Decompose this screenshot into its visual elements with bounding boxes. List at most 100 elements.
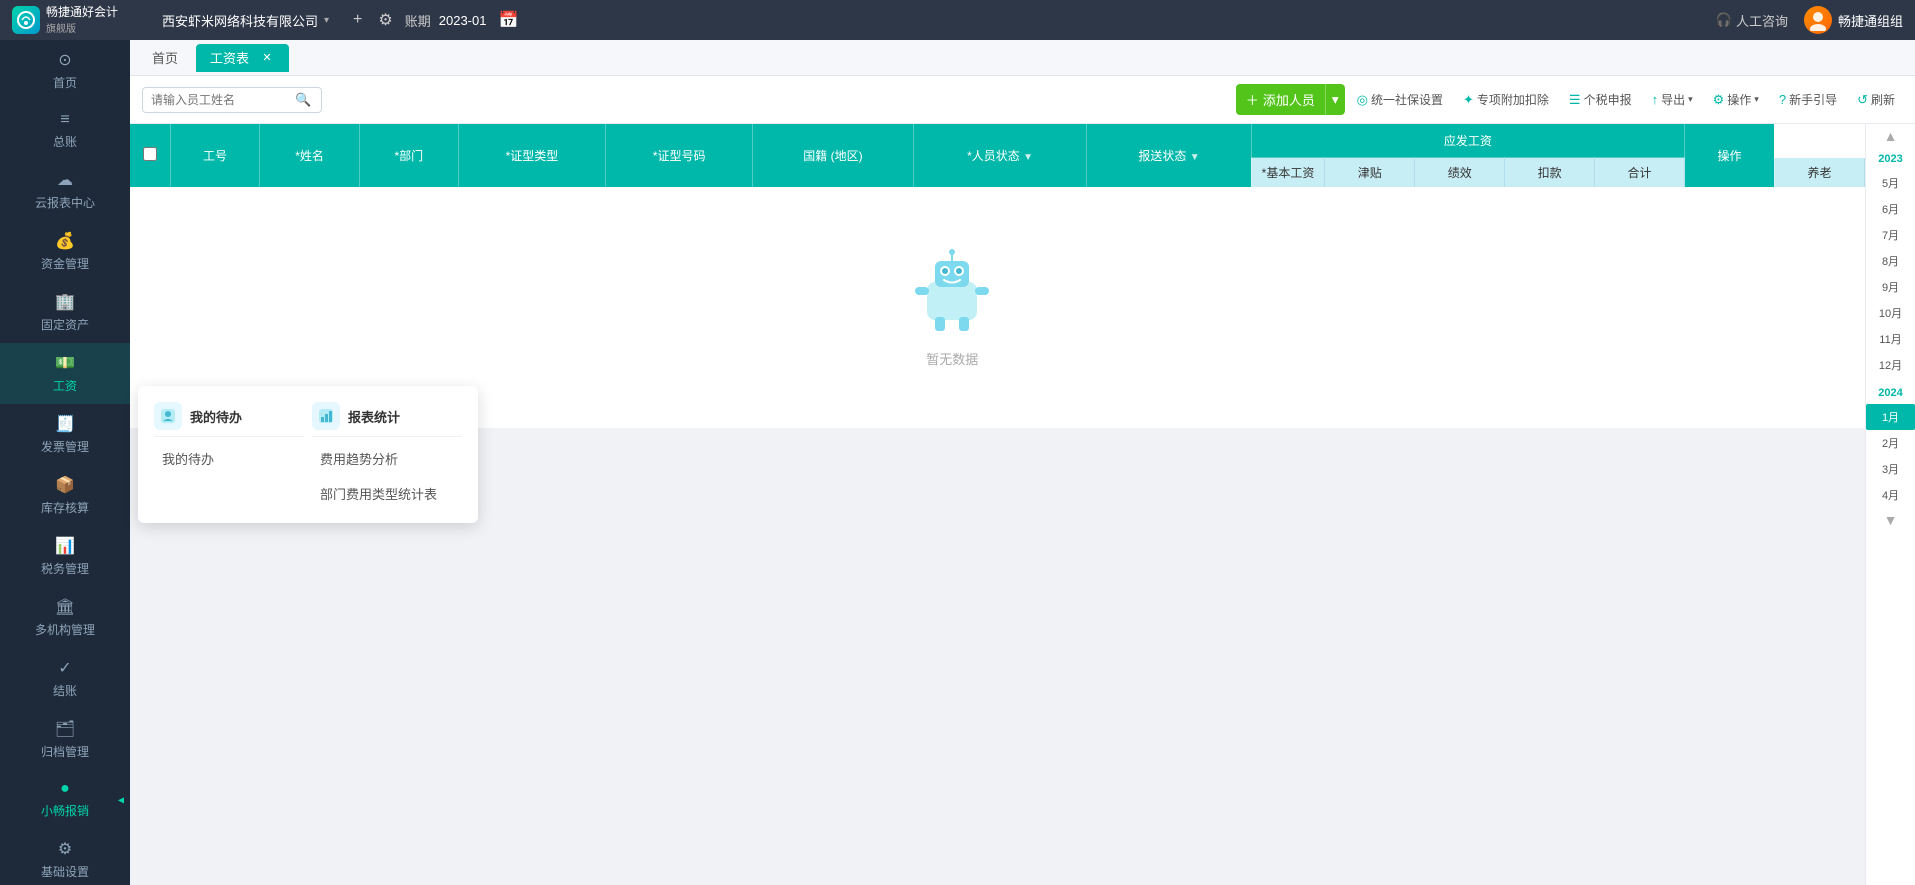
company-name: 西安虾米网络科技有限公司	[162, 11, 318, 30]
invoice-icon: 🧾	[55, 414, 75, 434]
month-nov-2023[interactable]: 11月	[1866, 326, 1915, 352]
popup-section-todo: 我的待办 我的待办	[154, 402, 304, 507]
th-bonus: 绩效	[1415, 158, 1505, 188]
todo-section-label: 我的待办	[190, 407, 242, 426]
th-nationality: 国籍 (地区)	[753, 124, 913, 187]
th-cert-no: *证型号码	[606, 124, 753, 187]
multi-org-icon: 🏛	[55, 597, 75, 617]
sidebar-item-home[interactable]: ⊙ 首页	[0, 40, 130, 101]
operation-action[interactable]: ⚙ 操作 ▾	[1705, 86, 1767, 113]
month-aug-2023[interactable]: 8月	[1866, 248, 1915, 274]
search-box: 🔍	[142, 87, 322, 113]
logo-text: 畅捷通好会计 旗舰版	[46, 5, 118, 34]
export-action[interactable]: ↑ 导出 ▾	[1644, 86, 1701, 113]
company-selector[interactable]: 西安虾米网络科技有限公司 ▾	[154, 7, 337, 34]
add-icon-btn: ＋	[1246, 90, 1259, 109]
th-total: 合计	[1595, 158, 1685, 188]
popup-item-expense-trend[interactable]: 费用趋势分析	[312, 445, 462, 472]
th-operation: 操作	[1685, 124, 1775, 187]
add-icon[interactable]: +	[349, 7, 366, 33]
month-mar-2024[interactable]: 3月	[1866, 456, 1915, 482]
settings-icon[interactable]: ⚙	[374, 6, 396, 34]
popup-item-my-todo[interactable]: 我的待办	[154, 445, 304, 472]
guide-toolbar-icon: ?	[1779, 92, 1786, 107]
month-apr-2024[interactable]: 4月	[1866, 482, 1915, 508]
logo-area: 畅捷通好会计 旗舰版	[12, 5, 142, 34]
month-may-2023[interactable]: 5月	[1866, 170, 1915, 196]
inventory-icon: 📦	[55, 475, 75, 495]
period-label: 账期	[405, 11, 431, 30]
social-insurance-action[interactable]: ◎ 统一社保设置	[1349, 86, 1451, 113]
salary-icon: 💵	[55, 353, 75, 373]
month-jan-2024[interactable]: 1月	[1866, 404, 1915, 430]
add-person-label: 添加人员	[1263, 90, 1315, 109]
tab-close-icon[interactable]: ✕	[259, 50, 275, 66]
add-person-button[interactable]: ＋ 添加人员	[1236, 84, 1325, 115]
sidebar-item-tax[interactable]: 📊 税务管理	[0, 526, 130, 587]
search-input[interactable]	[151, 93, 291, 107]
table-header-row: 工号 *姓名 *部门 *证型类型 *证型号码 国籍 (地区) *人员状态 ▼ 报…	[130, 124, 1865, 158]
salary-table: 工号 *姓名 *部门 *证型类型 *证型号码 国籍 (地区) *人员状态 ▼ 报…	[130, 124, 1865, 428]
tab-home[interactable]: 首页	[138, 44, 192, 72]
reports-section-icon	[312, 402, 340, 430]
month-jun-2023[interactable]: 6月	[1866, 196, 1915, 222]
top-bar: 畅捷通好会计 旗舰版 西安虾米网络科技有限公司 ▾ + ⚙ 账期 2023-01…	[0, 0, 1915, 40]
calendar-icon[interactable]: 📅	[494, 6, 522, 34]
sidebar-item-invoice[interactable]: 🧾 发票管理	[0, 404, 130, 465]
tab-bar: 首页 工资表 ✕	[130, 40, 1915, 76]
th-salary-group: 应发工资	[1251, 124, 1684, 158]
month-panel: ▲ 2023 5月 6月 7月 8月 9月 10月 11月 12月 2024 1…	[1865, 124, 1915, 885]
sidebar-item-assets[interactable]: 🏢 固定资产	[0, 282, 130, 343]
tax-deduction-label: 专项附加扣除	[1477, 91, 1549, 108]
search-icon[interactable]: 🔍	[295, 92, 311, 108]
month-dec-2023[interactable]: 12月	[1866, 352, 1915, 378]
cloud-icon: ☁	[57, 170, 73, 190]
tax-icon: 📊	[55, 536, 75, 556]
sidebar-item-cloud-report[interactable]: ☁ 云报表中心	[0, 160, 130, 221]
year-2023-label: 2023	[1866, 148, 1915, 170]
operation-icon: ⚙	[1713, 92, 1725, 108]
send-status-filter-icon[interactable]: ▼	[1190, 152, 1200, 163]
sidebar-item-archive[interactable]: 🗂 归档管理	[0, 709, 130, 770]
refresh-label: 刷新	[1871, 91, 1895, 108]
sidebar-item-ledger[interactable]: ≡ 总账	[0, 101, 130, 160]
tab-salary[interactable]: 工资表 ✕	[196, 44, 289, 72]
sidebar-item-salary[interactable]: 💵 工资	[0, 343, 130, 404]
assets-icon: 🏢	[55, 292, 75, 312]
support-button[interactable]: 🎧 人工咨询	[1716, 11, 1788, 30]
sidebar-item-inventory[interactable]: 📦 库存核算	[0, 465, 130, 526]
month-jul-2023[interactable]: 7月	[1866, 222, 1915, 248]
month-sep-2023[interactable]: 9月	[1866, 274, 1915, 300]
empty-message: 暂无数据	[926, 349, 978, 368]
month-nav-down-button[interactable]: ▼	[1866, 508, 1915, 532]
status-filter-icon[interactable]: ▼	[1023, 152, 1033, 163]
sidebar-item-multi-org[interactable]: 🏛 多机构管理	[0, 587, 130, 648]
guide-action[interactable]: ? 新手引导	[1771, 86, 1845, 113]
tab-home-label: 首页	[152, 48, 178, 67]
social-insurance-label: 统一社保设置	[1371, 91, 1443, 108]
top-actions: + ⚙ 账期 2023-01 📅	[349, 6, 522, 34]
th-subsidy: 津贴	[1325, 158, 1415, 188]
refresh-action[interactable]: ↺ 刷新	[1849, 86, 1903, 113]
select-all-checkbox[interactable]	[143, 147, 157, 161]
add-person-dropdown-button[interactable]: ▾	[1325, 84, 1345, 115]
popup-section-reports-header: 报表统计	[312, 402, 462, 437]
personal-tax-action[interactable]: ☰ 个税申报	[1561, 86, 1640, 113]
month-nav-up-button[interactable]: ▲	[1866, 124, 1915, 148]
sidebar-item-settlement[interactable]: ✓ 结账	[0, 648, 130, 709]
month-oct-2023[interactable]: 10月	[1866, 300, 1915, 326]
popup-item-dept-expense[interactable]: 部门费用类型统计表	[312, 480, 462, 507]
toolbar: 🔍 ＋ 添加人员 ▾ ◎ 统一社保设置 ✦ 专项附加扣除	[130, 76, 1915, 124]
tax-deduction-action[interactable]: ✦ 专项附加扣除	[1455, 86, 1557, 113]
export-icon: ↑	[1652, 92, 1659, 107]
th-checkbox[interactable]	[130, 124, 170, 187]
th-name: *姓名	[260, 124, 359, 187]
sidebar-item-basic[interactable]: ⚙ 基础设置	[0, 829, 130, 885]
sidebar-item-finance[interactable]: 💰 资金管理	[0, 221, 130, 282]
user-area[interactable]: 畅捷通组组	[1804, 6, 1903, 34]
collapse-arrow-icon: ◀	[118, 795, 124, 804]
export-label: 导出	[1661, 91, 1685, 108]
month-feb-2024[interactable]: 2月	[1866, 430, 1915, 456]
export-dropdown-icon: ▾	[1688, 94, 1693, 105]
sidebar-item-xiaochang[interactable]: ● 小畅报销 ◀	[0, 770, 130, 829]
